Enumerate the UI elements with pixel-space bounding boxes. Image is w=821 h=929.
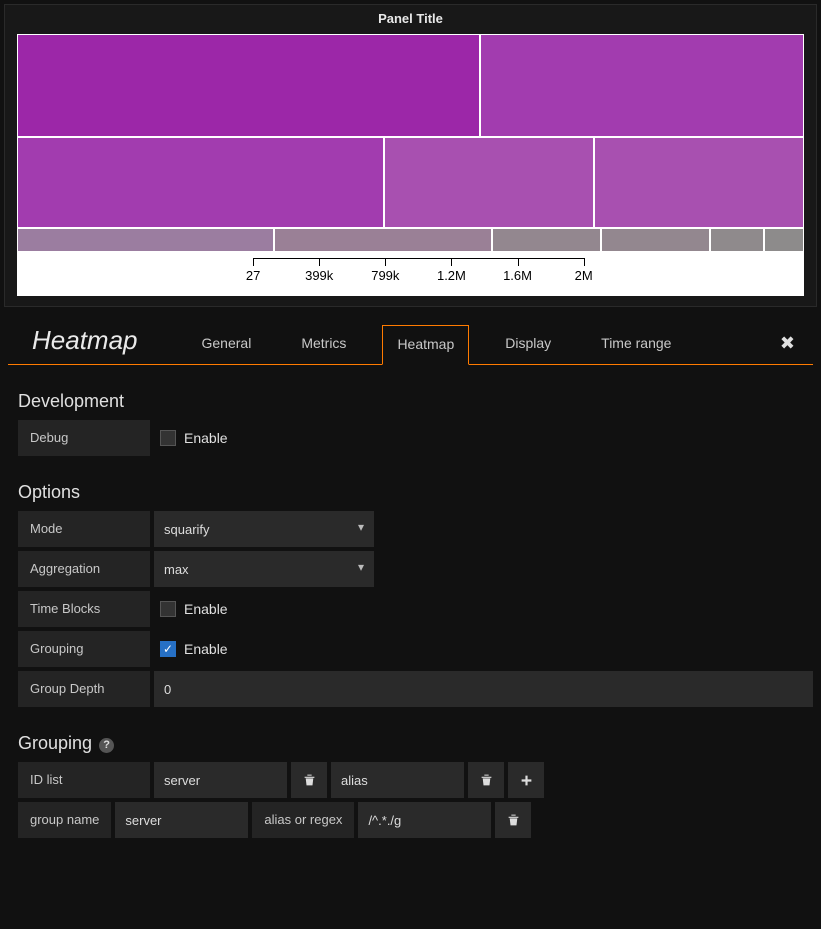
treemap-cell[interactable] xyxy=(17,34,480,137)
treemap-cell[interactable] xyxy=(594,137,804,228)
tab-display[interactable]: Display xyxy=(491,325,565,364)
debug-label: Debug xyxy=(18,420,150,456)
idlist-label: ID list xyxy=(18,762,150,798)
treemap-cell[interactable] xyxy=(683,252,744,254)
legend-tick-label: 799k xyxy=(371,268,399,283)
section-heading-options: Options xyxy=(18,482,813,503)
tab-general[interactable]: General xyxy=(188,325,266,364)
legend-tick-label: 27 xyxy=(246,268,260,283)
delete-idlist-1-button[interactable] xyxy=(468,762,504,798)
timeblocks-enable-label: Enable xyxy=(184,601,228,617)
treemap-cell[interactable] xyxy=(17,228,274,252)
legend-tick-label: 399k xyxy=(305,268,333,283)
tab-metrics[interactable]: Metrics xyxy=(287,325,360,364)
treemap-cell[interactable] xyxy=(710,228,764,252)
timeblocks-label: Time Blocks xyxy=(18,591,150,627)
mode-select[interactable]: squarify xyxy=(154,511,374,547)
alias-input[interactable] xyxy=(358,802,491,838)
groupname-input[interactable] xyxy=(115,802,248,838)
grouping-heading-text: Grouping xyxy=(18,733,92,753)
tab-time-range[interactable]: Time range xyxy=(587,325,685,364)
editor-header: Heatmap General Metrics Heatmap Display Time… xyxy=(8,311,813,365)
panel-editor: Heatmap General Metrics Heatmap Display Time… xyxy=(0,307,821,862)
grouping-enable-label: Enable xyxy=(184,641,228,657)
delete-group-button[interactable] xyxy=(495,802,531,838)
treemap-container: 27 399k 799k 1.2M 1.6M 2M xyxy=(17,34,804,296)
section-heading-grouping: Grouping ? xyxy=(18,733,813,754)
add-idlist-button[interactable] xyxy=(508,762,544,798)
debug-enable-toggle[interactable]: Enable xyxy=(154,420,228,456)
editor-title: Heatmap xyxy=(32,325,138,356)
groupname-label: group name xyxy=(18,802,111,838)
treemap-cell[interactable] xyxy=(17,137,384,228)
trash-icon xyxy=(480,773,493,787)
treemap-cell[interactable] xyxy=(480,34,804,137)
treemap-cell[interactable] xyxy=(259,252,441,254)
tab-heatmap[interactable]: Heatmap xyxy=(382,325,469,365)
legend-tick-label: 2M xyxy=(575,268,593,283)
groupdepth-label: Group Depth xyxy=(18,671,150,707)
treemap-cell[interactable] xyxy=(492,228,601,252)
trash-icon xyxy=(507,813,520,827)
plus-icon xyxy=(520,774,533,787)
checkbox-icon xyxy=(160,430,176,446)
treemap-cell[interactable] xyxy=(441,252,562,254)
treemap-chart xyxy=(17,34,804,254)
treemap-cell[interactable] xyxy=(17,252,259,254)
panel: Panel Title 27 399k 799k 1.2M 1.6M 2M xyxy=(4,4,817,307)
section-heading-development: Development xyxy=(18,391,813,412)
legend-tick-label: 1.6M xyxy=(503,268,532,283)
grouping-label: Grouping xyxy=(18,631,150,667)
treemap-cell[interactable] xyxy=(743,252,804,254)
timeblocks-enable-toggle[interactable]: Enable xyxy=(154,591,228,627)
alias-label: alias or regex xyxy=(252,802,354,838)
editor-tabs: General Metrics Heatmap Display Time range xyxy=(188,325,686,364)
legend-tick-label: 1.2M xyxy=(437,268,466,283)
grouping-enable-toggle[interactable]: ✓ Enable xyxy=(154,631,228,667)
checkbox-icon: ✓ xyxy=(160,641,176,657)
debug-enable-label: Enable xyxy=(184,430,228,446)
treemap-legend-axis: 27 399k 799k 1.2M 1.6M 2M xyxy=(17,258,804,288)
mode-label: Mode xyxy=(18,511,150,547)
checkbox-icon xyxy=(160,601,176,617)
idlist-input-0[interactable] xyxy=(154,762,287,798)
treemap-cell[interactable] xyxy=(601,228,710,252)
groupdepth-input[interactable] xyxy=(154,671,813,707)
aggregation-label: Aggregation xyxy=(18,551,150,587)
aggregation-select[interactable]: max xyxy=(154,551,374,587)
treemap-cell[interactable] xyxy=(562,252,683,254)
treemap-cell[interactable] xyxy=(764,228,804,252)
delete-idlist-0-button[interactable] xyxy=(291,762,327,798)
treemap-cell[interactable] xyxy=(274,228,492,252)
help-icon[interactable]: ? xyxy=(99,738,114,753)
panel-title: Panel Title xyxy=(5,5,816,30)
close-icon[interactable]: ✖ xyxy=(780,333,795,354)
trash-icon xyxy=(303,773,316,787)
treemap-cell[interactable] xyxy=(384,137,594,228)
idlist-input-1[interactable] xyxy=(331,762,464,798)
